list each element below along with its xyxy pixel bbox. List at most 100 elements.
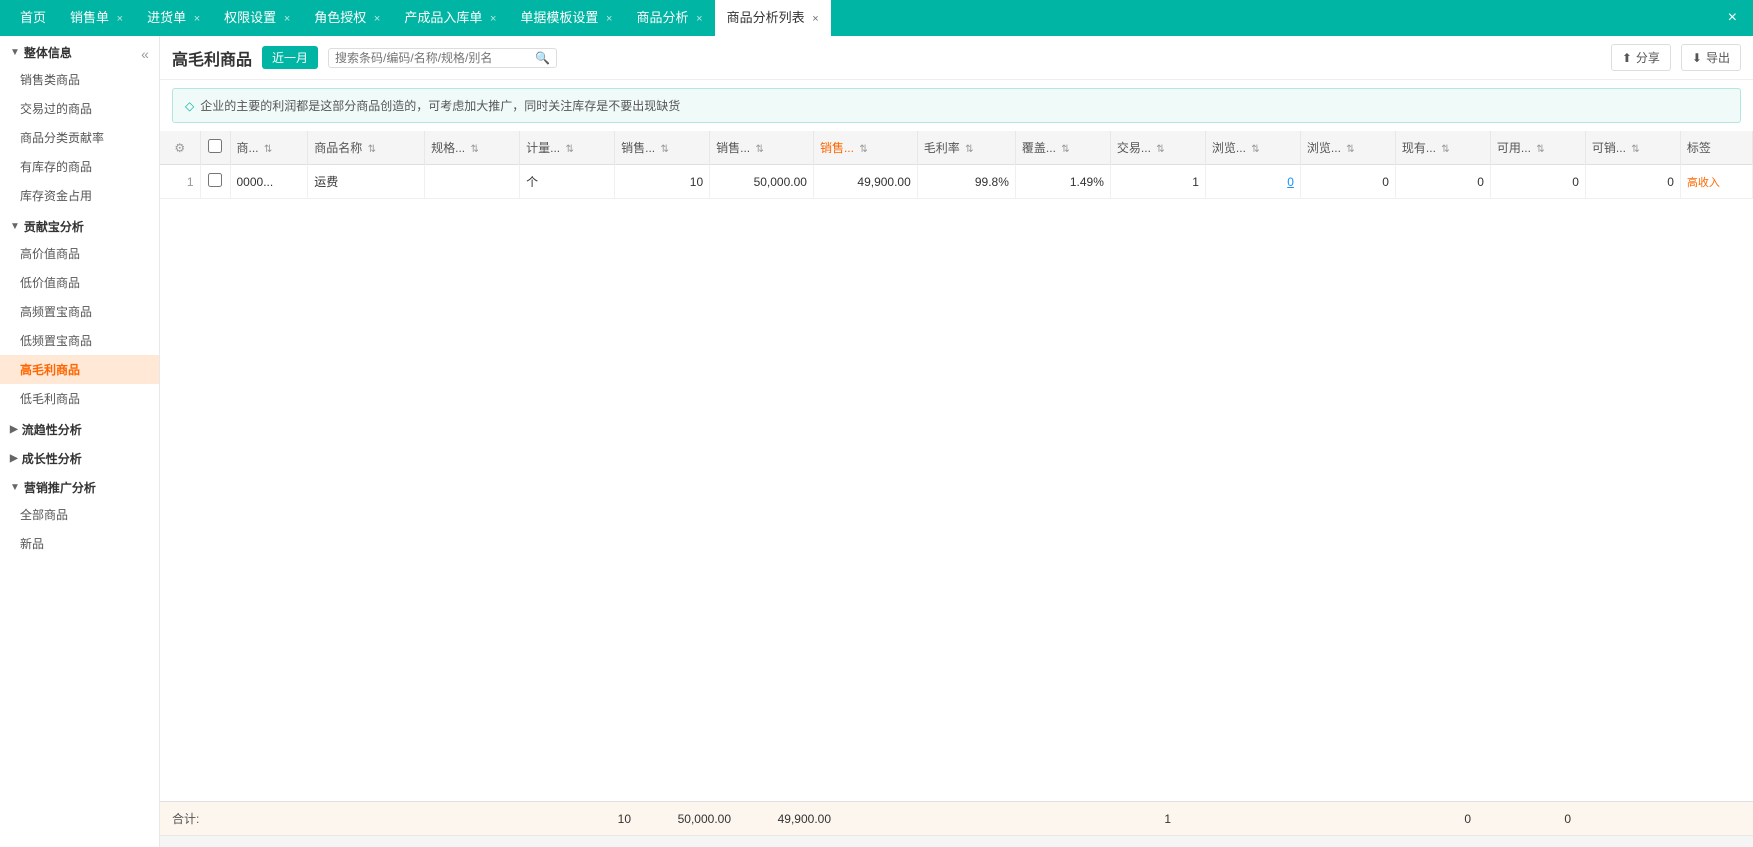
sort-icon-sales-qty: ⇅ bbox=[660, 144, 668, 155]
sort-icon-browse1: ⇅ bbox=[1251, 144, 1259, 155]
sidebar-item-stocked-goods[interactable]: 有库存的商品 bbox=[0, 152, 159, 181]
nav-template-settings-close[interactable]: × bbox=[606, 13, 612, 25]
select-all-checkbox[interactable] bbox=[208, 139, 222, 153]
nav-role-auth[interactable]: 角色授权 × bbox=[302, 0, 392, 36]
sidebar-group-growth[interactable]: ▶ 成长性分析 bbox=[0, 442, 159, 471]
sort-icon-margin-rate: ⇅ bbox=[965, 144, 973, 155]
nav-home[interactable]: 首页 bbox=[8, 0, 58, 36]
nav-product-analysis[interactable]: 商品分析 × bbox=[624, 0, 714, 36]
col-header-saleable-stock[interactable]: 可销... ⇅ bbox=[1585, 131, 1680, 165]
sidebar-group-treasure[interactable]: ▼ 贡献宝分析 bbox=[0, 210, 159, 239]
sort-icon-trade-count: ⇅ bbox=[1156, 144, 1164, 155]
sort-icon-saleable-stock: ⇅ bbox=[1631, 144, 1639, 155]
col-header-code[interactable]: 商... ⇅ bbox=[230, 131, 308, 165]
cell-current-stock: 0 bbox=[1395, 165, 1490, 199]
info-banner: ◇ 企业的主要的利润都是这部分商品创造的，可考虑加大推广，同时关注库存是不要出现… bbox=[172, 88, 1741, 123]
row-checkbox[interactable] bbox=[208, 173, 222, 187]
cell-unit: 个 bbox=[520, 165, 615, 199]
col-header-tag[interactable]: 标签 bbox=[1680, 131, 1752, 165]
cell-cover-rate: 1.49% bbox=[1015, 165, 1110, 199]
col-header-avail-stock[interactable]: 可用... ⇅ bbox=[1490, 131, 1585, 165]
nav-template-settings[interactable]: 单据模板设置 × bbox=[508, 0, 624, 36]
nav-product-inbound-close[interactable]: × bbox=[490, 13, 496, 25]
sidebar-item-traded-goods[interactable]: 交易过的商品 bbox=[0, 94, 159, 123]
nav-role-auth-close[interactable]: × bbox=[374, 13, 380, 25]
col-header-sales-amt[interactable]: 销售... ⇅ bbox=[710, 131, 814, 165]
sort-icon-sales-profit: ⇅ bbox=[859, 144, 867, 155]
sort-icon-unit: ⇅ bbox=[565, 144, 573, 155]
col-header-trade-count[interactable]: 交易... ⇅ bbox=[1110, 131, 1205, 165]
cell-code: 0000... bbox=[230, 165, 308, 199]
search-box: 🔍 bbox=[328, 48, 557, 68]
sidebar-item-low-value[interactable]: 低价值商品 bbox=[0, 268, 159, 297]
content-header: 高毛利商品 近一月 🔍 ⬆ 分享 ⬇ 导出 bbox=[160, 36, 1753, 80]
main-layout: « ▼ 整体信息 销售类商品 交易过的商品 商品分类贡献率 有库存的商品 库存资… bbox=[0, 36, 1753, 847]
chevron-down-icon-2: ▼ bbox=[10, 221, 20, 232]
horizontal-scrollbar[interactable] bbox=[160, 835, 1753, 847]
page-title: 高毛利商品 bbox=[172, 46, 252, 70]
col-header-margin-rate[interactable]: 毛利率 ⇅ bbox=[917, 131, 1015, 165]
chevron-down-icon-3: ▼ bbox=[10, 482, 20, 493]
sidebar-item-stock-capital[interactable]: 库存资金占用 bbox=[0, 181, 159, 210]
nav-permission-settings[interactable]: 权限设置 × bbox=[212, 0, 302, 36]
sidebar-item-low-margin[interactable]: 低毛利商品 bbox=[0, 384, 159, 413]
nav-sales-order[interactable]: 销售单 × bbox=[58, 0, 135, 36]
cell-avail-stock: 0 bbox=[1490, 165, 1585, 199]
sidebar-item-high-value[interactable]: 高价值商品 bbox=[0, 239, 159, 268]
sort-icon-code: ⇅ bbox=[264, 144, 272, 155]
sidebar-item-contrib-rate[interactable]: 商品分类贡献率 bbox=[0, 123, 159, 152]
sidebar-collapse-button[interactable]: « bbox=[135, 44, 155, 64]
cell-check[interactable] bbox=[200, 165, 230, 199]
nav-product-analysis-close[interactable]: × bbox=[696, 13, 702, 25]
cell-saleable-stock: 0 bbox=[1585, 165, 1680, 199]
cell-browse1[interactable]: 0 bbox=[1205, 165, 1300, 199]
cell-sales-profit: 49,900.00 bbox=[813, 165, 917, 199]
sort-icon-spec: ⇅ bbox=[470, 144, 478, 155]
footer-avail-stock: 0 bbox=[1491, 812, 1571, 826]
col-header-spec[interactable]: 规格... ⇅ bbox=[425, 131, 520, 165]
nav-purchase-order[interactable]: 进货单 × bbox=[135, 0, 212, 36]
sidebar-item-high-freq[interactable]: 高频置宝商品 bbox=[0, 297, 159, 326]
search-input[interactable] bbox=[335, 51, 535, 65]
col-header-settings[interactable]: ⚙ bbox=[160, 131, 200, 165]
footer-current-stock: 0 bbox=[1391, 812, 1471, 826]
col-header-unit[interactable]: 计量... ⇅ bbox=[520, 131, 615, 165]
window-close-button[interactable]: × bbox=[1720, 9, 1745, 27]
col-header-sales-profit[interactable]: 销售... ⇅ bbox=[813, 131, 917, 165]
export-button[interactable]: ⬇ 导出 bbox=[1681, 44, 1741, 71]
sidebar-item-sales-goods[interactable]: 销售类商品 bbox=[0, 65, 159, 94]
sidebar-item-high-margin[interactable]: 高毛利商品 bbox=[0, 355, 159, 384]
sidebar: « ▼ 整体信息 销售类商品 交易过的商品 商品分类贡献率 有库存的商品 库存资… bbox=[0, 36, 160, 847]
chevron-right-icon-2: ▶ bbox=[10, 453, 18, 464]
nav-product-inbound[interactable]: 产成品入库单 × bbox=[392, 0, 508, 36]
data-table: ⚙ 商... ⇅ 商品名称 ⇅ 规格... ⇅ bbox=[160, 131, 1753, 199]
sidebar-group-trend[interactable]: ▶ 流趋性分析 bbox=[0, 413, 159, 442]
col-header-cover-rate[interactable]: 覆盖... ⇅ bbox=[1015, 131, 1110, 165]
nav-product-analysis-list[interactable]: 商品分析列表 × bbox=[715, 0, 831, 36]
nav-purchase-order-close[interactable]: × bbox=[194, 13, 200, 25]
sort-icon-cover-rate: ⇅ bbox=[1061, 144, 1069, 155]
sort-icon-name: ⇅ bbox=[368, 144, 376, 155]
col-header-current-stock[interactable]: 现有... ⇅ bbox=[1395, 131, 1490, 165]
sidebar-item-low-freq[interactable]: 低频置宝商品 bbox=[0, 326, 159, 355]
footer-sales-qty: 10 bbox=[551, 812, 631, 826]
col-header-sales-qty[interactable]: 销售... ⇅ bbox=[615, 131, 710, 165]
sidebar-group-marketing[interactable]: ▼ 营销推广分析 bbox=[0, 471, 159, 500]
col-header-browse1[interactable]: 浏览... ⇅ bbox=[1205, 131, 1300, 165]
sidebar-item-new-goods[interactable]: 新品 bbox=[0, 529, 159, 558]
sort-icon-current-stock: ⇅ bbox=[1441, 144, 1449, 155]
search-icon[interactable]: 🔍 bbox=[535, 51, 550, 65]
share-button[interactable]: ⬆ 分享 bbox=[1611, 44, 1671, 71]
col-header-browse2[interactable]: 浏览... ⇅ bbox=[1300, 131, 1395, 165]
data-table-wrapper[interactable]: ⚙ 商... ⇅ 商品名称 ⇅ 规格... ⇅ bbox=[160, 131, 1753, 801]
col-header-check[interactable] bbox=[200, 131, 230, 165]
col-header-name[interactable]: 商品名称 ⇅ bbox=[308, 131, 425, 165]
chevron-down-icon: ▼ bbox=[10, 47, 20, 58]
sidebar-item-all-goods[interactable]: 全部商品 bbox=[0, 500, 159, 529]
nav-permission-settings-close[interactable]: × bbox=[284, 13, 290, 25]
nav-product-analysis-list-close[interactable]: × bbox=[812, 13, 818, 25]
cell-margin-rate: 99.8% bbox=[917, 165, 1015, 199]
footer-sales-profit: 49,900.00 bbox=[751, 812, 831, 826]
nav-sales-order-close[interactable]: × bbox=[117, 13, 123, 25]
filter-period-button[interactable]: 近一月 bbox=[262, 46, 318, 69]
